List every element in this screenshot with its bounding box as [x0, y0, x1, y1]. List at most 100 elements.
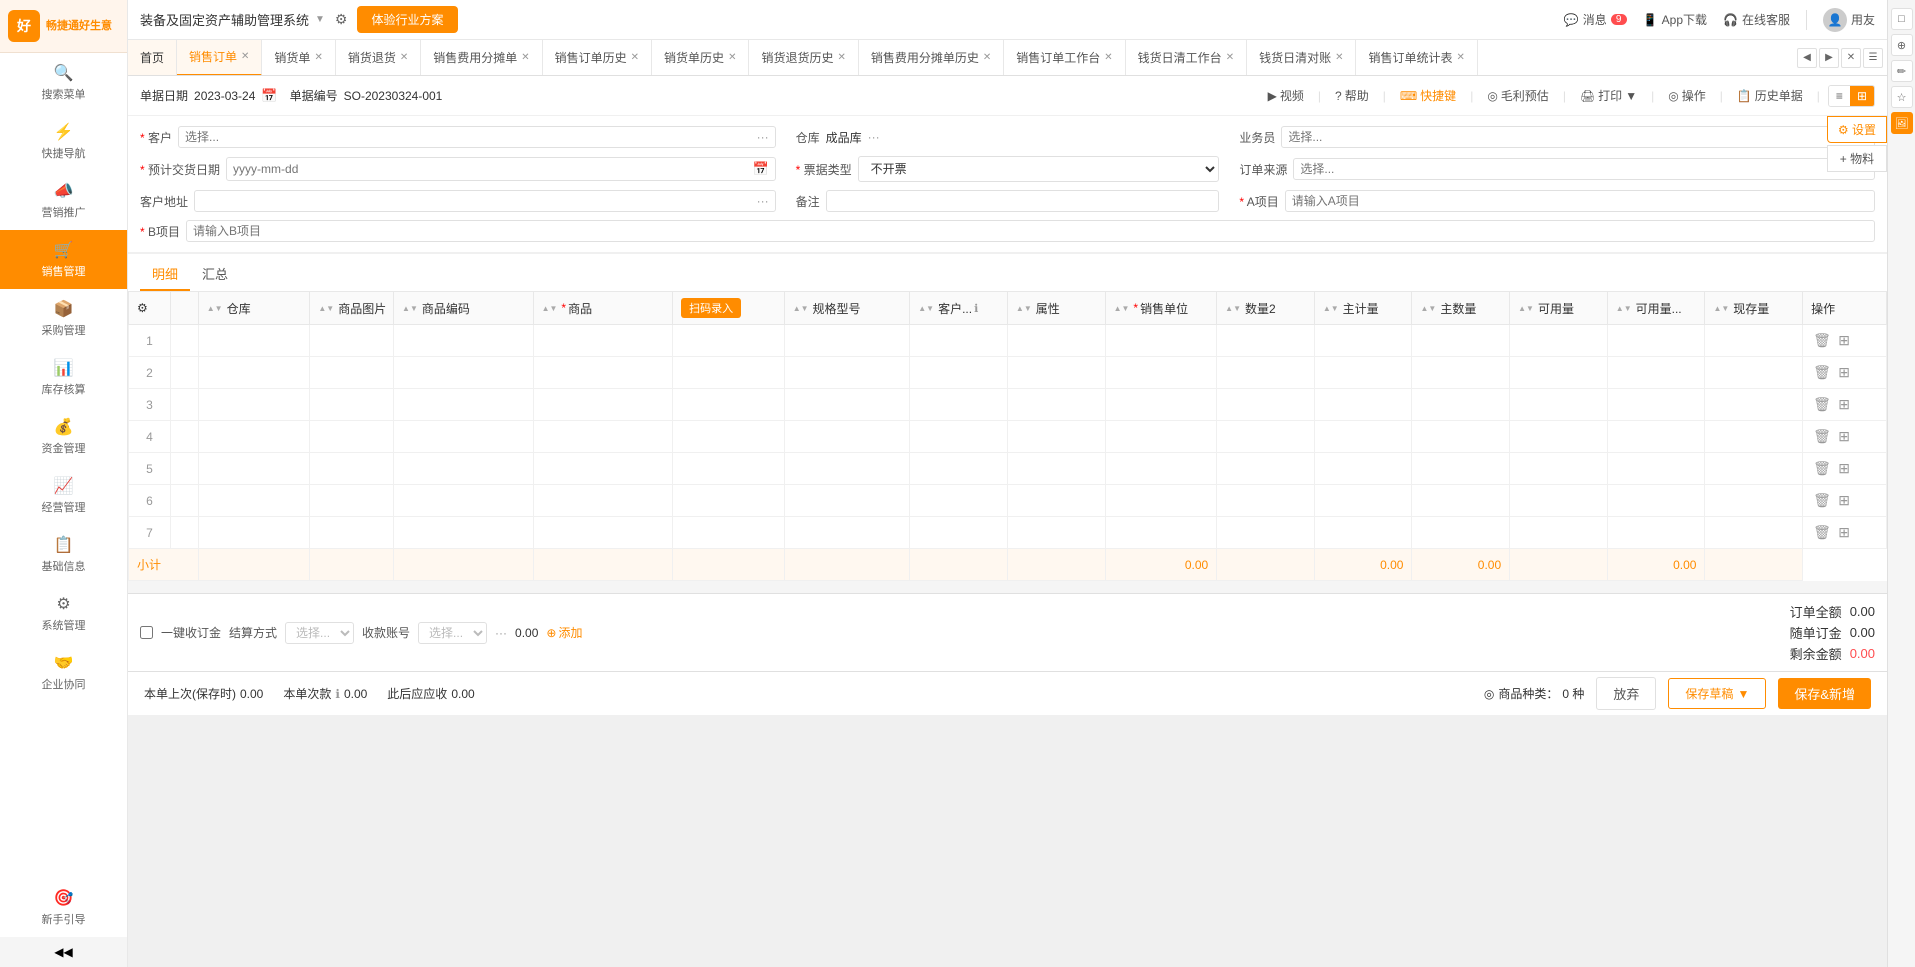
order-source-field[interactable] — [1300, 162, 1868, 176]
gear-header-icon[interactable]: ⚙ — [137, 301, 148, 315]
sidebar-item-search[interactable]: 🔍 搜索菜单 — [0, 53, 127, 112]
material-btn[interactable]: + 物料 — [1827, 145, 1887, 172]
right-sidebar-btn-1[interactable]: □ — [1891, 8, 1913, 30]
table-scrollbar[interactable] — [128, 581, 1887, 593]
row-spec-1[interactable] — [784, 325, 910, 357]
row-delete-btn-3[interactable]: 🗑 — [1811, 396, 1833, 413]
row-main-qty-5[interactable] — [1412, 453, 1510, 485]
row-delete-btn-5[interactable]: 🗑 — [1811, 460, 1833, 477]
spec-sort-icon[interactable]: ▲▼ — [793, 304, 809, 313]
row-attr-1[interactable] — [1007, 325, 1105, 357]
row-copy-btn-3[interactable]: ⊞ — [1836, 396, 1852, 413]
row-customer-2[interactable] — [910, 357, 1008, 389]
row-qty2-6[interactable] — [1217, 485, 1315, 517]
sidebar-item-basic[interactable]: 📋 基础信息 — [0, 525, 127, 584]
sidebar-item-sales[interactable]: 🛒 销售管理 — [0, 230, 127, 289]
help-btn[interactable]: ? 帮助 — [1329, 84, 1375, 107]
delivery-calendar-icon[interactable]: 📅 — [752, 161, 768, 177]
row-qty2-5[interactable] — [1217, 453, 1315, 485]
qty2-sort-icon[interactable]: ▲▼ — [1225, 304, 1241, 313]
row-customer-3[interactable] — [910, 389, 1008, 421]
code-sort-icon[interactable]: ▲▼ — [402, 304, 418, 313]
sidebar-item-guide[interactable]: 🎯 新手引导 — [0, 878, 127, 937]
row-customer-5[interactable] — [910, 453, 1008, 485]
tab-order-history[interactable]: 销售订单历史 ✕ — [543, 40, 652, 76]
row-warehouse-4[interactable] — [198, 421, 310, 453]
customer-info-icon[interactable]: ℹ — [974, 302, 978, 315]
tab-close-icon[interactable]: ✕ — [400, 52, 408, 63]
list-view-btn[interactable]: ≡ — [1829, 86, 1850, 106]
tab-summary[interactable]: 汇总 — [190, 258, 240, 291]
stock-sort-icon[interactable]: ▲▼ — [1713, 304, 1729, 313]
delivery-date-field[interactable] — [233, 162, 752, 176]
order-source-input[interactable] — [1293, 158, 1875, 180]
row-spec-3[interactable] — [784, 389, 910, 421]
row-unit-4[interactable] — [1105, 421, 1217, 453]
current-info-icon[interactable]: ℹ — [335, 687, 340, 701]
image-sort-icon[interactable]: ▲▼ — [318, 304, 334, 313]
customer-input-field[interactable] — [185, 130, 757, 144]
row-spec-7[interactable] — [784, 517, 910, 549]
row-attr-2[interactable] — [1007, 357, 1105, 389]
row-warehouse-1[interactable] — [198, 325, 310, 357]
print-btn[interactable]: 🖨 打印 ▼ — [1574, 84, 1643, 107]
row-code-6[interactable] — [394, 485, 534, 517]
row-delete-btn-4[interactable]: 🗑 — [1811, 428, 1833, 445]
row-copy-btn-7[interactable]: ⊞ — [1836, 524, 1852, 541]
row-customer-7[interactable] — [910, 517, 1008, 549]
row-delete-btn-7[interactable]: 🗑 — [1811, 524, 1833, 541]
tab-return-history[interactable]: 销货退货历史 ✕ — [749, 40, 858, 76]
customer-input[interactable]: ··· — [178, 126, 776, 148]
row-main-qty-1[interactable] — [1412, 325, 1510, 357]
tab-expense-split[interactable]: 销售费用分摊单 ✕ — [421, 40, 542, 76]
row-copy-btn-1[interactable]: ⊞ — [1836, 332, 1852, 349]
sidebar-item-inventory[interactable]: 📊 库存核算 — [0, 348, 127, 407]
calendar-icon[interactable]: 📅 — [261, 88, 277, 104]
row-delete-btn-6[interactable]: 🗑 — [1811, 492, 1833, 509]
row-warehouse-7[interactable] — [198, 517, 310, 549]
row-qty2-3[interactable] — [1217, 389, 1315, 421]
row-product-4[interactable] — [533, 421, 673, 453]
row-main-qty-7[interactable] — [1412, 517, 1510, 549]
row-delete-btn-2[interactable]: 🗑 — [1811, 364, 1833, 381]
row-attr-7[interactable] — [1007, 517, 1105, 549]
settings-form-btn[interactable]: ⚙ 设置 — [1827, 116, 1887, 143]
system-selector[interactable]: 装备及固定资产辅助管理系统 ▼ — [140, 10, 325, 29]
row-spec-2[interactable] — [784, 357, 910, 389]
tab-close-icon[interactable]: ✕ — [728, 52, 736, 63]
row-product-3[interactable] — [533, 389, 673, 421]
row-product-1[interactable] — [533, 325, 673, 357]
tabs-next-btn[interactable]: ▶ — [1819, 48, 1839, 68]
right-sidebar-btn-2[interactable]: ⊕ — [1891, 34, 1913, 56]
sidebar-item-finance[interactable]: 💰 资金管理 — [0, 407, 127, 466]
row-qty2-7[interactable] — [1217, 517, 1315, 549]
row-delete-btn-1[interactable]: 🗑 — [1811, 332, 1833, 349]
row-code-3[interactable] — [394, 389, 534, 421]
available-sort-icon[interactable]: ▲▼ — [1518, 304, 1534, 313]
row-attr-3[interactable] — [1007, 389, 1105, 421]
main-unit-sort-icon[interactable]: ▲▼ — [1323, 304, 1339, 313]
main-qty-sort-icon[interactable]: ▲▼ — [1420, 304, 1436, 313]
row-customer-4[interactable] — [910, 421, 1008, 453]
row-unit-6[interactable] — [1105, 485, 1217, 517]
product-count-icon[interactable]: ◎ — [1484, 687, 1494, 701]
solution-button[interactable]: 体验行业方案 — [357, 6, 457, 33]
grid-view-btn[interactable]: ⊞ — [1850, 86, 1874, 106]
account-select[interactable]: 选择... — [418, 622, 487, 644]
b-project-input[interactable] — [186, 220, 1875, 242]
tab-close-icon[interactable]: ✕ — [983, 52, 991, 63]
row-unit-5[interactable] — [1105, 453, 1217, 485]
row-spec-5[interactable] — [784, 453, 910, 485]
row-code-7[interactable] — [394, 517, 534, 549]
a-project-input[interactable] — [1285, 190, 1875, 212]
address-input[interactable]: ··· — [194, 190, 776, 212]
tab-close-icon[interactable]: ✕ — [1335, 52, 1343, 63]
row-copy-btn-4[interactable]: ⊞ — [1836, 428, 1852, 445]
settlement-select[interactable]: 选择... — [285, 622, 354, 644]
row-attr-4[interactable] — [1007, 421, 1105, 453]
customer-dots-icon[interactable]: ··· — [757, 130, 769, 144]
sidebar-item-system[interactable]: ⚙ 系统管理 — [0, 584, 127, 643]
sidebar-item-operations[interactable]: 📈 经营管理 — [0, 466, 127, 525]
salesperson-input[interactable] — [1281, 126, 1875, 148]
settings-icon[interactable]: ⚙ — [335, 11, 348, 28]
